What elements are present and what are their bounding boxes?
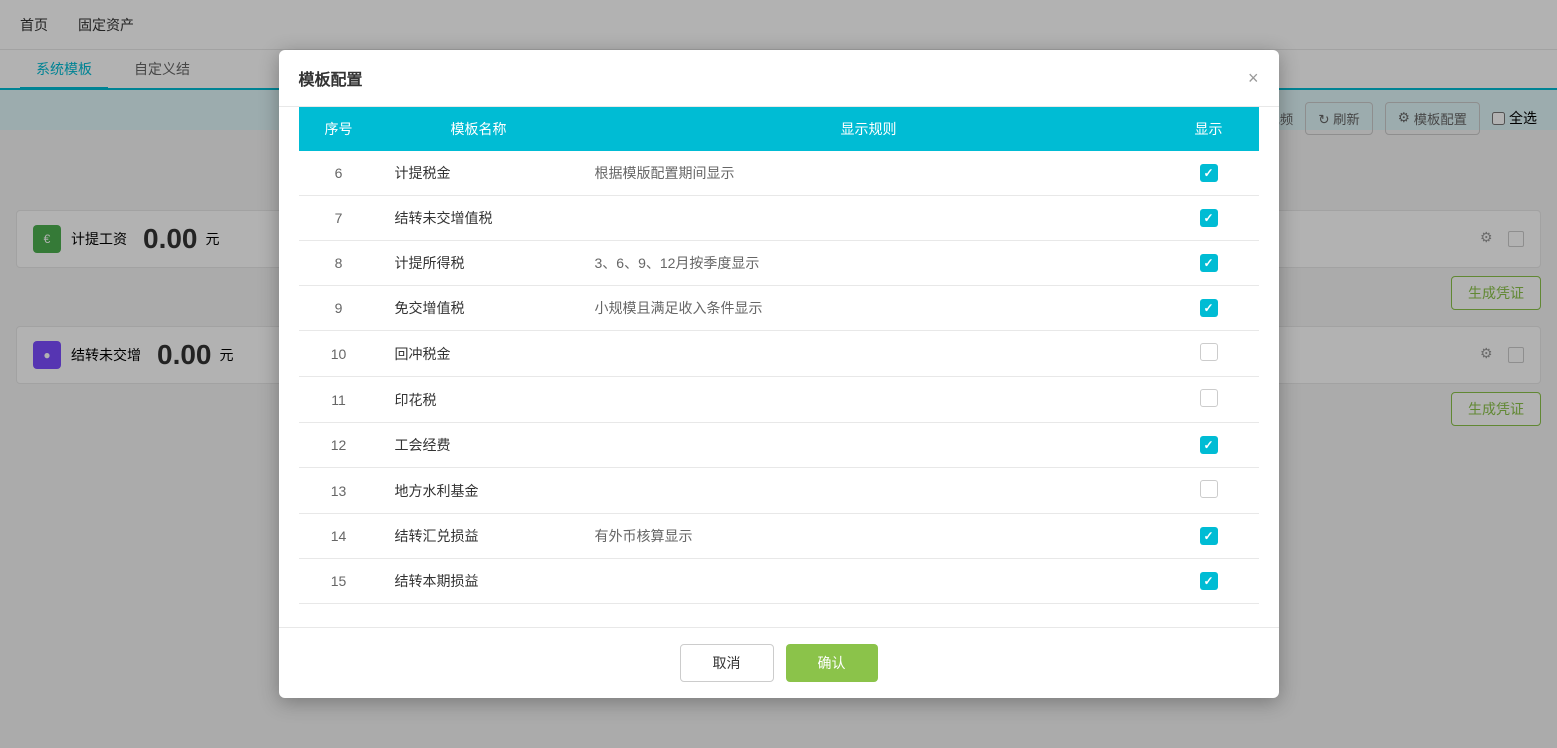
row-checkbox-cell [1159,377,1259,423]
row-name: 工会经费 [379,423,579,468]
table-row: 14结转汇兑损益有外币核算显示 [299,514,1259,559]
row-rule [579,559,1159,604]
row-checkbox-cell [1159,468,1259,514]
row-rule: 小规模且满足收入条件显示 [579,286,1159,331]
modal-footer: 取消 确认 [279,627,1279,698]
table-row: 13地方水利基金 [299,468,1259,514]
col-header-id: 序号 [299,107,379,151]
row-rule [579,196,1159,241]
cancel-button[interactable]: 取消 [680,644,774,682]
row-id: 9 [299,286,379,331]
row-id: 14 [299,514,379,559]
row-rule: 3、6、9、12月按季度显示 [579,241,1159,286]
table-row: 15结转本期损益 [299,559,1259,604]
row-checkbox-cell [1159,241,1259,286]
table-row: 9免交增值税小规模且满足收入条件显示 [299,286,1259,331]
row-checkbox[interactable] [1200,480,1218,498]
template-config-modal: 模板配置 × 序号 模板名称 显示规则 显示 6计提税金根据模版配置期间显 [279,50,1279,698]
row-name: 计提税金 [379,151,579,196]
row-name: 结转汇兑损益 [379,514,579,559]
col-header-name: 模板名称 [379,107,579,151]
table-row: 7结转未交增值税 [299,196,1259,241]
modal-body: 序号 模板名称 显示规则 显示 6计提税金根据模版配置期间显示7结转未交增值税8… [279,107,1279,627]
config-table: 序号 模板名称 显示规则 显示 6计提税金根据模版配置期间显示7结转未交增值税8… [299,107,1259,607]
row-checkbox-cell [1159,196,1259,241]
row-checkbox-cell [1159,514,1259,559]
row-id: 11 [299,377,379,423]
row-id: 16 [299,604,379,608]
table-row: 16结转未分配利润12月份显示 [299,604,1259,608]
row-checkbox[interactable] [1200,389,1218,407]
row-name: 地方水利基金 [379,468,579,514]
table-row: 10回冲税金 [299,331,1259,377]
table-row: 11印花税 [299,377,1259,423]
row-name: 结转本期损益 [379,559,579,604]
row-name: 印花税 [379,377,579,423]
row-checkbox[interactable] [1200,343,1218,361]
row-checkbox-cell [1159,286,1259,331]
row-id: 13 [299,468,379,514]
row-checkbox[interactable] [1200,299,1218,317]
row-name: 结转未分配利润 [379,604,579,608]
modal-close-button[interactable]: × [1248,69,1259,87]
row-rule [579,377,1159,423]
table-wrapper[interactable]: 序号 模板名称 显示规则 显示 6计提税金根据模版配置期间显示7结转未交增值税8… [299,107,1259,607]
row-checkbox[interactable] [1200,527,1218,545]
row-checkbox[interactable] [1200,164,1218,182]
col-header-display: 显示 [1159,107,1259,151]
row-checkbox[interactable] [1200,436,1218,454]
row-rule: 有外币核算显示 [579,514,1159,559]
modal-title: 模板配置 [299,66,363,90]
row-checkbox-cell [1159,604,1259,608]
table-row: 6计提税金根据模版配置期间显示 [299,151,1259,196]
row-checkbox-cell [1159,559,1259,604]
row-rule [579,468,1159,514]
row-name: 免交增值税 [379,286,579,331]
row-checkbox[interactable] [1200,209,1218,227]
row-checkbox-cell [1159,151,1259,196]
row-rule: 根据模版配置期间显示 [579,151,1159,196]
confirm-button[interactable]: 确认 [786,644,878,682]
row-id: 8 [299,241,379,286]
row-name: 计提所得税 [379,241,579,286]
row-id: 10 [299,331,379,377]
row-id: 6 [299,151,379,196]
row-rule [579,423,1159,468]
modal-overlay: 模板配置 × 序号 模板名称 显示规则 显示 6计提税金根据模版配置期间显 [0,0,1557,748]
row-rule: 12月份显示 [579,604,1159,608]
row-rule [579,331,1159,377]
row-name: 回冲税金 [379,331,579,377]
row-checkbox[interactable] [1200,254,1218,272]
col-header-rule: 显示规则 [579,107,1159,151]
row-checkbox[interactable] [1200,572,1218,590]
row-id: 15 [299,559,379,604]
row-checkbox-cell [1159,423,1259,468]
row-checkbox-cell [1159,331,1259,377]
table-row: 12工会经费 [299,423,1259,468]
table-row: 8计提所得税3、6、9、12月按季度显示 [299,241,1259,286]
row-name: 结转未交增值税 [379,196,579,241]
row-id: 12 [299,423,379,468]
row-id: 7 [299,196,379,241]
